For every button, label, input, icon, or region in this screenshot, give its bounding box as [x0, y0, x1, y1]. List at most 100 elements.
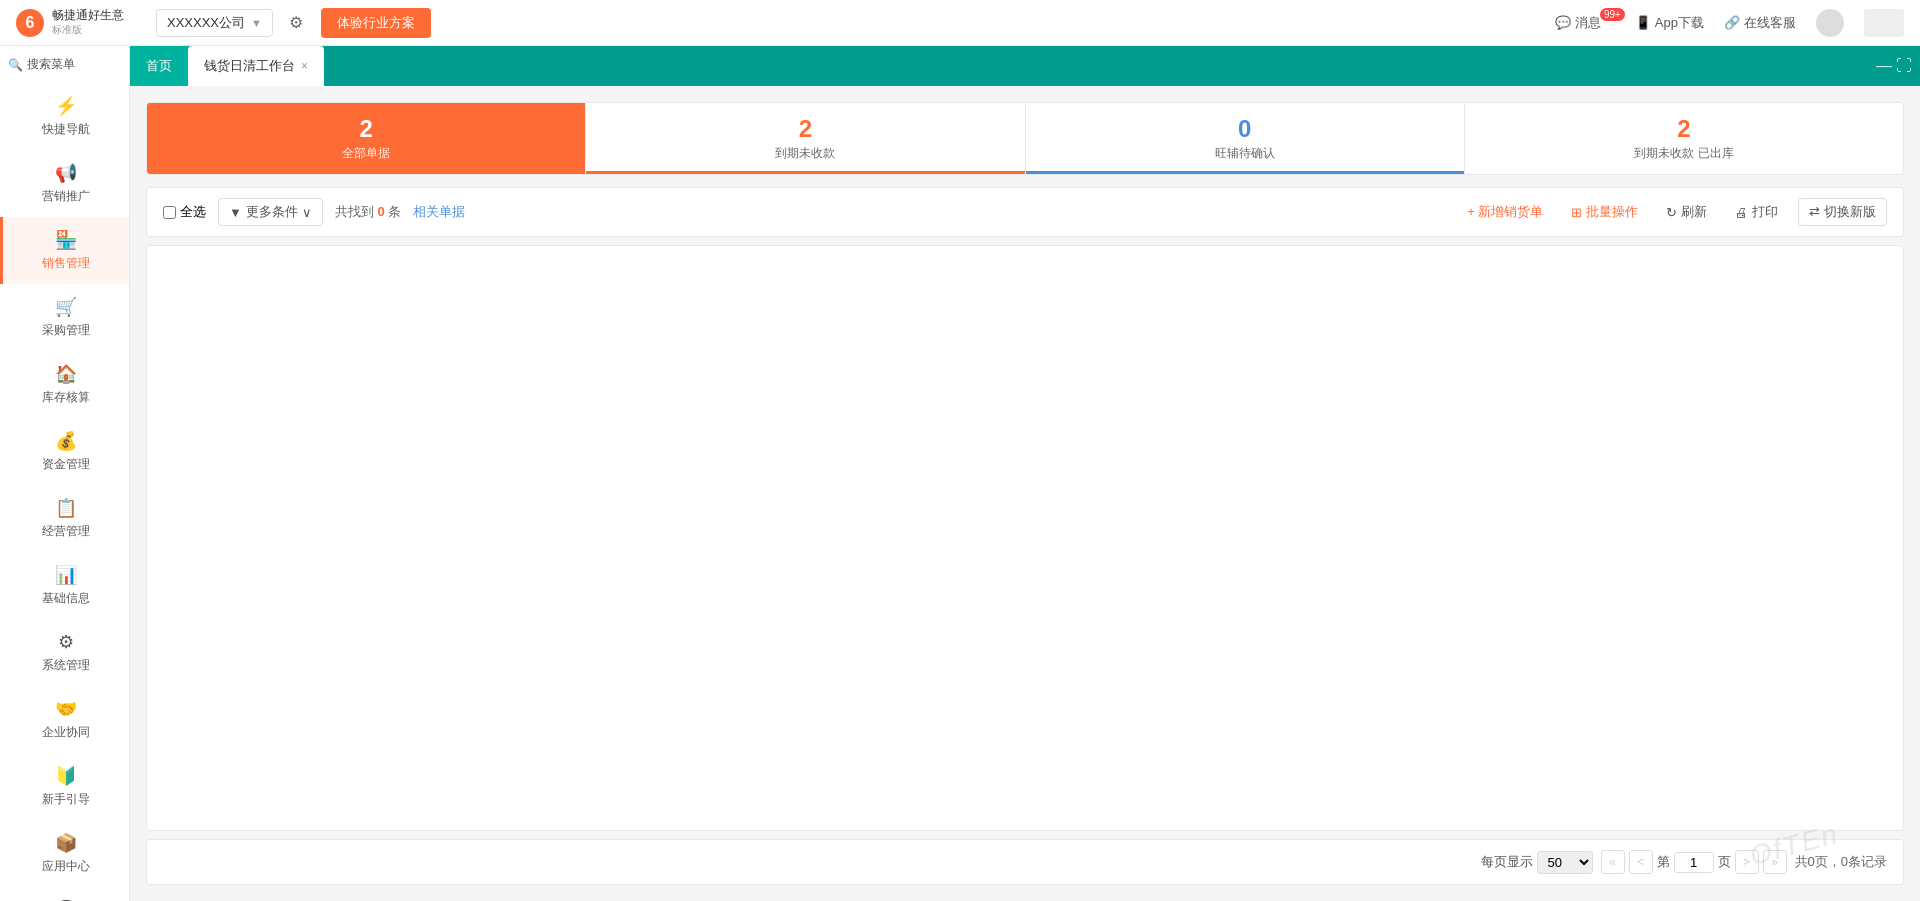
quick-nav-icon: ⚡ — [55, 95, 77, 117]
active-tab-label: 钱货日清工作台 — [204, 57, 295, 75]
switch-version-button[interactable]: ⇄ 切换新版 — [1798, 198, 1887, 226]
tab-home[interactable]: 首页 — [130, 46, 188, 86]
page-prefix: 第 — [1657, 853, 1670, 871]
company-selector[interactable]: XXXXXX公司 ▼ — [156, 9, 273, 37]
batch-icon: ⊞ — [1571, 205, 1582, 220]
app-name-area: 畅捷通好生意 标准版 — [52, 8, 124, 38]
online-service-button[interactable]: 🔗 在线客服 — [1724, 14, 1796, 32]
found-prefix: 共找到 — [335, 204, 374, 219]
gear-icon: ⚙ — [289, 13, 303, 32]
stat-num-overdue: 2 — [602, 115, 1008, 143]
print-label: 打印 — [1752, 203, 1778, 221]
stat-card-pending[interactable]: 0 旺辅待确认 — [1026, 103, 1465, 174]
switch-icon: ⇄ — [1809, 204, 1820, 219]
service-icon: 🔗 — [1724, 15, 1740, 30]
stat-label-all: 全部单据 — [163, 145, 569, 162]
sidebar-item-finance[interactable]: 💰 资金管理 — [0, 418, 129, 485]
app-download-button[interactable]: 📱 App下载 — [1635, 14, 1704, 32]
sidebar: 🔍 搜索菜单 ⚡ 快捷导航 📢 营销推广 🏪 销售管理 🛒 采购管理 🏠 库存核… — [0, 46, 130, 901]
tab-maximize-icon[interactable]: ⛶ — [1896, 57, 1912, 75]
last-page-button[interactable]: » — [1763, 850, 1787, 874]
sidebar-label-purchase: 采购管理 — [42, 322, 90, 339]
sidebar-item-inventory[interactable]: 🏠 库存核算 — [0, 351, 129, 418]
pagination-bar: 每页显示 10 20 50 100 « < 第 页 > » — [146, 839, 1904, 885]
search-menu-label: 搜索菜单 — [27, 56, 75, 73]
sidebar-label-marketing: 营销推广 — [42, 188, 90, 205]
sidebar-search[interactable]: 🔍 搜索菜单 — [0, 46, 129, 83]
select-all-label: 全选 — [180, 203, 206, 221]
stat-card-overdue[interactable]: 2 到期未收款 — [586, 103, 1025, 174]
trial-button[interactable]: 体验行业方案 — [321, 8, 431, 38]
found-count: 0 — [378, 204, 385, 219]
guide-icon: 🔰 — [55, 765, 77, 787]
messages-button[interactable]: 💬 消息 99+ — [1555, 14, 1615, 32]
stat-label-overdue: 到期未收款 — [602, 145, 1008, 162]
stat-card-overdue-shipped[interactable]: 2 到期未收款 已出库 — [1465, 103, 1903, 174]
tab-active[interactable]: 钱货日清工作台 × — [188, 46, 324, 86]
settings-button[interactable]: ⚙ — [281, 8, 311, 38]
header-right: 💬 消息 99+ 📱 App下载 🔗 在线客服 — [1555, 9, 1904, 37]
pending-indicator — [1026, 171, 1464, 174]
next-page-button[interactable]: > — [1735, 850, 1759, 874]
sidebar-item-guide[interactable]: 🔰 新手引导 — [0, 753, 129, 820]
sales-icon: 🏪 — [55, 229, 77, 251]
inventory-icon: 🏠 — [55, 363, 77, 385]
tab-minimize-icon[interactable]: — — [1876, 57, 1892, 75]
refresh-label: 刷新 — [1681, 203, 1707, 221]
app-logo-icon: 6 — [16, 9, 44, 37]
sidebar-item-marketing[interactable]: 📢 营销推广 — [0, 150, 129, 217]
prev-page-button[interactable]: < — [1629, 850, 1653, 874]
messages-label: 消息 — [1575, 14, 1601, 32]
sidebar-item-operations[interactable]: 📋 经营管理 — [0, 485, 129, 552]
sidebar-item-enterprise[interactable]: 🤝 企业协同 — [0, 686, 129, 753]
found-text: 共找到 0 条 — [335, 203, 401, 221]
refresh-button[interactable]: ↻ 刷新 — [1658, 199, 1715, 225]
stat-label-overdue-shipped: 到期未收款 已出库 — [1481, 145, 1887, 162]
top-header: 6 畅捷通好生意 标准版 XXXXXX公司 ▼ ⚙ 体验行业方案 💬 消息 99… — [0, 0, 1920, 46]
app-center-icon: 📦 — [55, 832, 77, 854]
sidebar-item-sales[interactable]: 🏪 销售管理 — [0, 217, 129, 284]
first-page-button[interactable]: « — [1601, 850, 1625, 874]
current-page-input[interactable] — [1674, 852, 1714, 873]
filter-icon: ▼ — [229, 205, 242, 220]
batch-label: 批量操作 — [1586, 203, 1638, 221]
sidebar-item-wechat[interactable]: 💬 企业微信 — [0, 887, 129, 901]
download-icon: 📱 — [1635, 15, 1651, 30]
stat-num-pending: 0 — [1042, 115, 1448, 143]
select-all-checkbox[interactable]: 全选 — [163, 203, 206, 221]
filter-button[interactable]: ▼ 更多条件 ∨ — [218, 198, 323, 226]
user-name-area[interactable] — [1864, 9, 1904, 37]
logo-area: 6 畅捷通好生意 标准版 — [16, 8, 146, 38]
sidebar-item-basic-info[interactable]: 📊 基础信息 — [0, 552, 129, 619]
print-button[interactable]: 🖨 打印 — [1727, 199, 1786, 225]
sidebar-label-app-center: 应用中心 — [42, 858, 90, 875]
filter-dropdown-icon: ∨ — [302, 205, 312, 220]
sidebar-item-quick-nav[interactable]: ⚡ 快捷导航 — [0, 83, 129, 150]
related-label[interactable]: 相关单据 — [413, 203, 465, 221]
tab-bar: 首页 钱货日清工作台 × — ⛶ — [130, 46, 1920, 86]
per-page-label: 每页显示 — [1481, 853, 1533, 871]
refresh-icon: ↻ — [1666, 205, 1677, 220]
toolbar: 全选 ▼ 更多条件 ∨ 共找到 0 条 相关单据 + 新增销货单 ⊞ — [146, 187, 1904, 237]
stat-card-all[interactable]: 2 全部单据 — [147, 103, 586, 174]
batch-operation-button[interactable]: ⊞ 批量操作 — [1563, 199, 1646, 225]
overdue-indicator — [586, 171, 1024, 174]
tab-close-icon[interactable]: × — [301, 59, 308, 73]
search-icon: 🔍 — [8, 58, 23, 72]
sidebar-label-basic-info: 基础信息 — [42, 590, 90, 607]
sidebar-label-guide: 新手引导 — [42, 791, 90, 808]
system-icon: ⚙ — [58, 631, 74, 653]
marketing-icon: 📢 — [55, 162, 77, 184]
table-empty-state — [147, 246, 1903, 830]
sidebar-item-system[interactable]: ⚙ 系统管理 — [0, 619, 129, 686]
operations-icon: 📋 — [55, 497, 77, 519]
stat-num-overdue-shipped: 2 — [1481, 115, 1887, 143]
page-suffix: 页 — [1718, 853, 1731, 871]
new-sales-order-button[interactable]: + 新增销货单 — [1459, 199, 1551, 225]
sidebar-item-purchase[interactable]: 🛒 采购管理 — [0, 284, 129, 351]
home-tab-label: 首页 — [146, 57, 172, 75]
sidebar-item-app-center[interactable]: 📦 应用中心 — [0, 820, 129, 887]
select-all-input[interactable] — [163, 206, 176, 219]
per-page-dropdown[interactable]: 10 20 50 100 — [1537, 851, 1593, 874]
user-avatar[interactable] — [1816, 9, 1844, 37]
